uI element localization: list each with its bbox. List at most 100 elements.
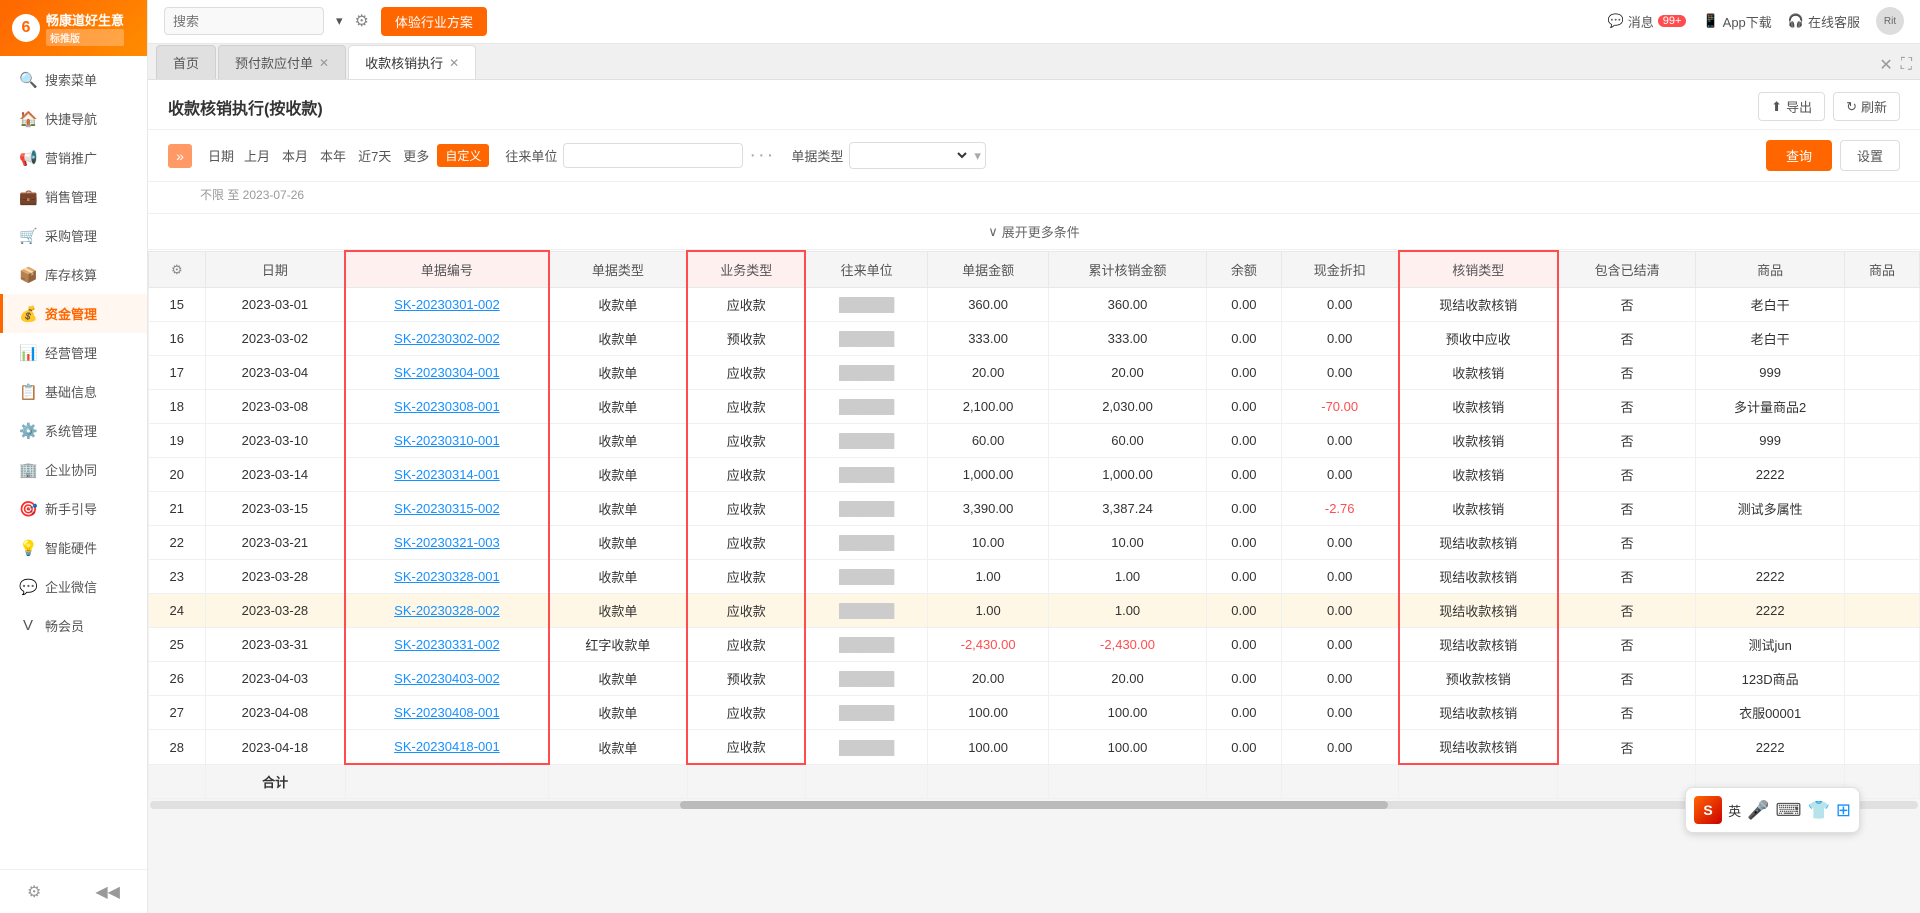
refresh-button[interactable]: ↻ 刷新 [1833, 92, 1900, 121]
date-link-更多[interactable]: 更多 [399, 144, 433, 167]
cell-bill_no[interactable]: SK-20230308-001 [345, 390, 548, 424]
tab-home[interactable]: 首页 [156, 45, 216, 79]
sidebar-label-system: 系统管理 [45, 421, 97, 440]
expand-tab-icon[interactable]: ⛶ [1901, 56, 1912, 74]
sidebar-item-sales[interactable]: 💼销售管理 [0, 177, 147, 216]
settings-icon[interactable]: ⚙ [27, 882, 41, 902]
cell-balance: 0.00 [1206, 390, 1281, 424]
bill-no-link[interactable]: SK-20230328-001 [394, 569, 500, 584]
date-link-本月[interactable]: 本月 [278, 144, 312, 167]
date-link-本年[interactable]: 本年 [316, 144, 350, 167]
tab-close-prepay[interactable]: ✕ [319, 56, 329, 70]
bill-no-link[interactable]: SK-20230408-001 [394, 705, 500, 720]
bill-no-link[interactable]: SK-20230418-001 [394, 739, 500, 754]
cell-discount: 0.00 [1281, 322, 1398, 356]
cell-biz_type: 应收款 [687, 458, 805, 492]
float-keyboard-icon[interactable]: ⌨ [1776, 800, 1802, 821]
query-button[interactable]: 查询 [1766, 140, 1832, 171]
bill-no-link[interactable]: SK-20230321-003 [394, 535, 500, 550]
partner-input[interactable] [563, 143, 743, 168]
bill-no-link[interactable]: SK-20230314-001 [394, 467, 500, 482]
export-button[interactable]: ⬆ 导出 [1758, 92, 1825, 121]
sidebar-item-quick[interactable]: 🏠快捷导航 [0, 99, 147, 138]
sidebar-item-purchase[interactable]: 🛒采购管理 [0, 216, 147, 255]
search-input[interactable] [164, 7, 324, 35]
app-download-button[interactable]: 📱 App下载 [1702, 12, 1771, 31]
sidebar-item-finance[interactable]: 💰资金管理 [0, 294, 147, 333]
cell-discount: 0.00 [1281, 424, 1398, 458]
cell-bill_no[interactable]: SK-20230321-003 [345, 526, 548, 560]
date-link-近7天[interactable]: 近7天 [354, 144, 395, 167]
bill-no-link[interactable]: SK-20230304-001 [394, 365, 500, 380]
sidebar-item-basic[interactable]: 📋基础信息 [0, 372, 147, 411]
float-mic-icon[interactable]: 🎤 [1747, 800, 1769, 821]
gear-icon[interactable]: ⚙ [355, 11, 369, 31]
float-grid-icon[interactable]: ⊞ [1836, 800, 1851, 821]
bill-no-link[interactable]: SK-20230315-002 [394, 501, 500, 516]
cell-bill_no[interactable]: SK-20230408-001 [345, 696, 548, 730]
expand-more-button[interactable]: ∨ 展开更多条件 [988, 218, 1080, 245]
tab-prepay[interactable]: 预付款应付单✕ [218, 45, 346, 79]
bill-no-link[interactable]: SK-20230310-001 [394, 433, 500, 448]
cell-bill_no[interactable]: SK-20230328-001 [345, 560, 548, 594]
sidebar-item-wechat[interactable]: 💬企业微信 [0, 567, 147, 606]
cell-goods: 测试jun [1696, 628, 1845, 662]
cell-biz_type: 应收款 [687, 492, 805, 526]
filter-toggle-button[interactable]: » [168, 144, 192, 168]
bill-no-link[interactable]: SK-20230301-002 [394, 297, 500, 312]
custom-date-button[interactable]: 自定义 [437, 144, 489, 167]
cell-bill_no[interactable]: SK-20230331-002 [345, 628, 548, 662]
cell-balance: 0.00 [1206, 424, 1281, 458]
sidebar-item-enterprise[interactable]: 🏢企业协同 [0, 450, 147, 489]
cell-bill_no[interactable]: SK-20230310-001 [345, 424, 548, 458]
float-text-icon[interactable]: 英 [1728, 801, 1741, 820]
bill-type-select[interactable] [850, 143, 970, 168]
tab-receipt[interactable]: 收款核销执行✕ [348, 45, 476, 79]
cell-bill_no[interactable]: SK-20230315-002 [345, 492, 548, 526]
cell-bill_no[interactable]: SK-20230304-001 [345, 356, 548, 390]
sidebar-item-search[interactable]: 🔍搜索菜单 [0, 60, 147, 99]
horizontal-scrollbar[interactable] [148, 799, 1920, 811]
cell-bill_no[interactable]: SK-20230301-002 [345, 288, 548, 322]
cell-discount: 0.00 [1281, 356, 1398, 390]
date-link-上月[interactable]: 上月 [240, 144, 274, 167]
sidebar-item-system[interactable]: ⚙️系统管理 [0, 411, 147, 450]
sidebar-bottom: ⚙ ◀◀ [0, 869, 147, 913]
cell-bill_no[interactable]: SK-20230302-002 [345, 322, 548, 356]
cell-balance: 0.00 [1206, 628, 1281, 662]
cell-bill_no[interactable]: SK-20230314-001 [345, 458, 548, 492]
bill-no-link[interactable]: SK-20230331-002 [394, 637, 500, 652]
bill-type-label: 单据类型 [791, 146, 843, 165]
cell-bill_no[interactable]: SK-20230328-002 [345, 594, 548, 628]
sidebar-item-inventory[interactable]: 📦库存核算 [0, 255, 147, 294]
more-options-icon[interactable]: ··· [749, 144, 775, 167]
service-button[interactable]: 🎧 在线客服 [1788, 12, 1860, 31]
settings-filter-button[interactable]: 设置 [1840, 140, 1900, 171]
sidebar-item-guide[interactable]: 🎯新手引导 [0, 489, 147, 528]
bill-no-link[interactable]: SK-20230328-002 [394, 603, 500, 618]
sidebar-item-operation[interactable]: 📊经营管理 [0, 333, 147, 372]
close-tab-icon[interactable]: ✕ [1879, 55, 1892, 75]
sidebar-icon-wechat: 💬 [19, 578, 37, 596]
cell-goods2 [1844, 424, 1919, 458]
bill-no-link[interactable]: SK-20230403-002 [394, 671, 500, 686]
float-shirt-icon[interactable]: 👕 [1807, 800, 1829, 821]
collapse-icon[interactable]: ◀◀ [95, 882, 120, 902]
cell-bill_type: 收款单 [549, 696, 688, 730]
sidebar-item-hardware[interactable]: 💡智能硬件 [0, 528, 147, 567]
table-config-icon[interactable]: ⚙ [171, 262, 183, 277]
avatar[interactable]: Rit [1876, 7, 1904, 35]
bill-no-link[interactable]: SK-20230308-001 [394, 399, 500, 414]
data-table: ⚙日期单据编号单据类型业务类型往来单位单据金额累计核销金额余额现金折扣核销类型包… [148, 250, 1920, 799]
sidebar-item-marketing[interactable]: 📢营销推广 [0, 138, 147, 177]
bill-no-link[interactable]: SK-20230302-002 [394, 331, 500, 346]
cell-discount: 0.00 [1281, 696, 1398, 730]
solution-button[interactable]: 体验行业方案 [381, 7, 487, 36]
tab-close-receipt[interactable]: ✕ [449, 56, 459, 70]
cell-bill_no[interactable]: SK-20230403-002 [345, 662, 548, 696]
dropdown-button[interactable]: ▾ [336, 13, 343, 29]
message-button[interactable]: 💬 消息 99+ [1608, 12, 1687, 31]
cell-amount: 1.00 [928, 594, 1049, 628]
cell-bill_no[interactable]: SK-20230418-001 [345, 730, 548, 765]
sidebar-item-member[interactable]: V畅会员 [0, 606, 147, 645]
